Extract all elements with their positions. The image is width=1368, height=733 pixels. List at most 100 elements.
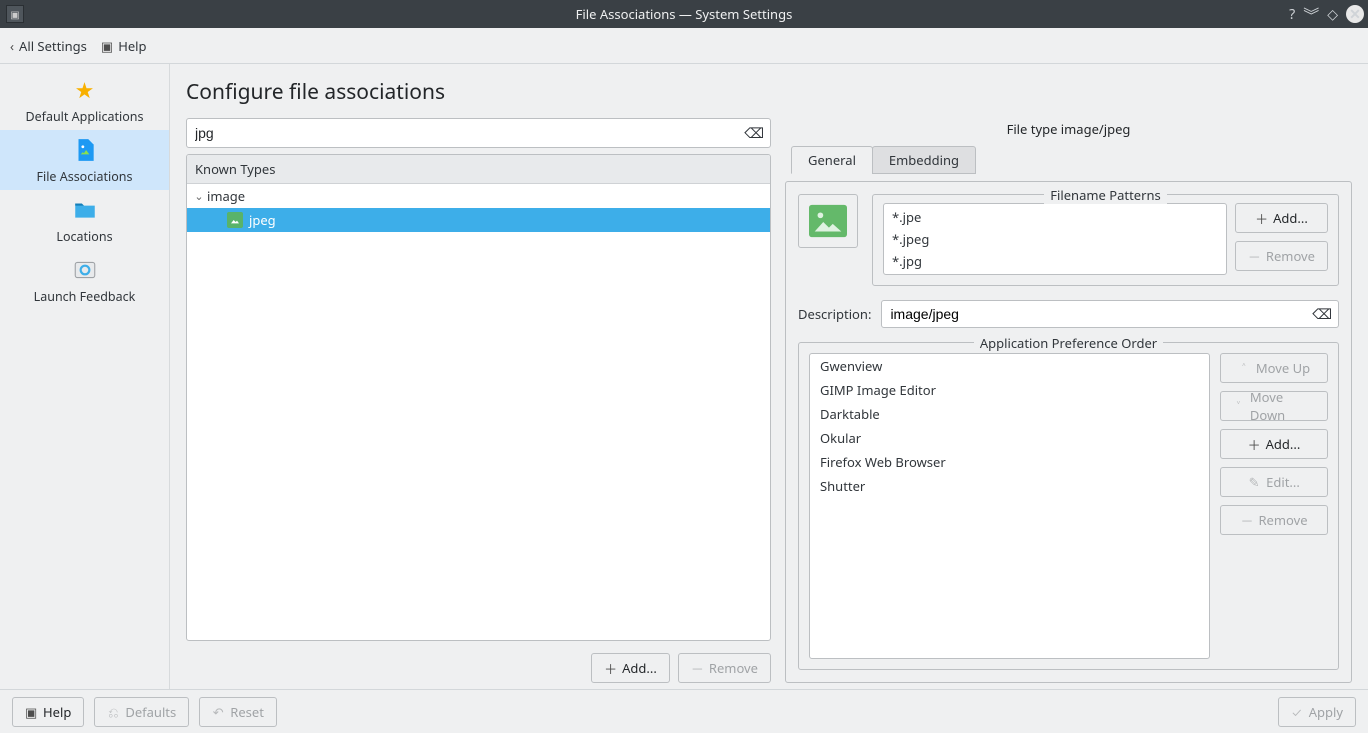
maximize-icon[interactable]: ◇ xyxy=(1327,5,1338,24)
sidebar-item-locations[interactable]: Locations xyxy=(0,190,169,250)
window-title: File Associations — System Settings xyxy=(0,5,1368,23)
move-up-label: Move Up xyxy=(1256,359,1310,377)
tree-group-image[interactable]: ⌄ image xyxy=(187,184,770,208)
titlebar: ▣ File Associations — System Settings ? … xyxy=(0,0,1368,28)
plus-icon: ＋ xyxy=(604,659,616,678)
tabs: General Embedding xyxy=(785,146,1352,173)
add-app-label: Add... xyxy=(1266,435,1301,453)
star-icon: ★ xyxy=(71,76,99,104)
filename-patterns-group: Filename Patterns *.jpe *.jpeg *.jpg ＋ xyxy=(872,194,1339,286)
description-input[interactable] xyxy=(890,306,1312,322)
help-toolbar-icon: ▣ xyxy=(101,37,113,55)
move-down-label: Move Down xyxy=(1250,388,1315,424)
minus-icon: － xyxy=(691,659,703,678)
move-down-button[interactable]: ˅ Move Down xyxy=(1220,391,1328,421)
all-settings-label: All Settings xyxy=(19,37,87,55)
sidebar-item-default-apps[interactable]: ★ Default Applications xyxy=(0,70,169,130)
arrow-down-icon: ˅ xyxy=(1233,397,1244,415)
mime-icon-button[interactable] xyxy=(798,194,858,248)
image-icon xyxy=(227,212,243,228)
minimize-icon[interactable]: ︾ xyxy=(1303,2,1319,26)
mime-image-icon xyxy=(809,204,847,238)
app-list[interactable]: Gwenview GIMP Image Editor Darktable Oku… xyxy=(809,353,1210,659)
file-assoc-icon xyxy=(71,136,99,164)
types-tree: Known Types ⌄ image jpeg xyxy=(186,154,771,641)
app-item[interactable]: Firefox Web Browser xyxy=(810,450,1209,474)
help-button[interactable]: ▣ Help xyxy=(12,697,84,727)
minus-icon: － xyxy=(1240,511,1252,530)
add-pattern-label: Add... xyxy=(1273,209,1308,227)
reset-label: Reset xyxy=(230,703,264,721)
app-item[interactable]: Darktable xyxy=(810,402,1209,426)
arrow-up-icon: ˄ xyxy=(1238,359,1250,377)
tree-item-jpeg[interactable]: jpeg xyxy=(187,208,770,232)
edit-app-button[interactable]: ✎ Edit... xyxy=(1220,467,1328,497)
tree-header: Known Types xyxy=(187,155,770,184)
defaults-icon: ⎌ xyxy=(107,703,119,721)
close-icon[interactable]: ✕ xyxy=(1346,5,1364,23)
help-button[interactable]: ▣ Help xyxy=(101,37,147,55)
help-toolbar-label: Help xyxy=(118,37,146,55)
add-type-button[interactable]: ＋ Add... xyxy=(591,653,670,683)
pattern-item[interactable]: *.jpe xyxy=(884,206,1226,228)
app-item[interactable]: GIMP Image Editor xyxy=(810,378,1209,402)
defaults-button[interactable]: ⎌ Defaults xyxy=(94,697,189,727)
sidebar-item-label: Default Applications xyxy=(25,108,143,125)
app-item[interactable]: Shutter xyxy=(810,474,1209,498)
tree-group-label: image xyxy=(207,187,245,205)
add-pattern-button[interactable]: ＋ Add... xyxy=(1235,203,1328,233)
file-type-label: File type image/jpeg xyxy=(785,120,1352,138)
help-icon[interactable]: ? xyxy=(1289,5,1295,24)
filename-patterns-title: Filename Patterns xyxy=(1044,186,1167,204)
edit-app-label: Edit... xyxy=(1266,473,1300,491)
toolbar: ‹ All Settings ▣ Help xyxy=(0,28,1368,64)
pattern-item[interactable]: *.jpg xyxy=(884,250,1226,272)
content: Configure file associations ⌫ Known Type… xyxy=(170,64,1368,689)
folder-icon xyxy=(71,196,99,224)
sidebar-item-label: File Associations xyxy=(36,168,132,185)
defaults-label: Defaults xyxy=(125,703,176,721)
check-icon: ✓ xyxy=(1291,703,1303,721)
help-icon: ▣ xyxy=(25,703,37,721)
plus-icon: ＋ xyxy=(1248,435,1260,454)
sidebar-item-launch-feedback[interactable]: Launch Feedback xyxy=(0,250,169,310)
app-pref-group: Application Preference Order Gwenview GI… xyxy=(798,342,1339,670)
help-label: Help xyxy=(43,703,71,721)
move-up-button[interactable]: ˄ Move Up xyxy=(1220,353,1328,383)
apply-button[interactable]: ✓ Apply xyxy=(1278,697,1356,727)
app-item[interactable]: Gwenview xyxy=(810,354,1209,378)
back-icon: ‹ xyxy=(10,37,14,55)
plus-icon: ＋ xyxy=(1255,209,1267,228)
sidebar-item-label: Launch Feedback xyxy=(34,288,136,305)
sidebar: ★ Default Applications File Associations… xyxy=(0,64,170,689)
search-input[interactable] xyxy=(195,125,744,141)
tree-item-label: jpeg xyxy=(249,211,276,229)
clear-icon[interactable]: ⌫ xyxy=(744,124,764,143)
remove-app-button[interactable]: － Remove xyxy=(1220,505,1328,535)
launch-feedback-icon xyxy=(71,256,99,284)
tab-general[interactable]: General xyxy=(791,146,873,174)
app-item[interactable]: Okular xyxy=(810,426,1209,450)
remove-type-button[interactable]: － Remove xyxy=(678,653,771,683)
apply-label: Apply xyxy=(1309,703,1343,721)
add-type-label: Add... xyxy=(622,659,657,677)
clear-icon[interactable]: ⌫ xyxy=(1312,305,1332,324)
minus-icon: － xyxy=(1248,247,1260,266)
pattern-list[interactable]: *.jpe *.jpeg *.jpg xyxy=(883,203,1227,275)
chevron-down-icon: ⌄ xyxy=(193,189,205,204)
sidebar-item-file-associations[interactable]: File Associations xyxy=(0,130,169,190)
remove-pattern-label: Remove xyxy=(1266,247,1315,265)
app-pref-title: Application Preference Order xyxy=(974,334,1163,352)
tab-embedding[interactable]: Embedding xyxy=(872,146,976,174)
tab-content: Filename Patterns *.jpe *.jpeg *.jpg ＋ xyxy=(785,181,1352,683)
all-settings-button[interactable]: ‹ All Settings xyxy=(10,37,87,55)
remove-app-label: Remove xyxy=(1258,511,1307,529)
description-label: Description: xyxy=(798,305,871,323)
pattern-item[interactable]: *.jpeg xyxy=(884,228,1226,250)
search-row: ⌫ xyxy=(186,118,771,148)
page-title: Configure file associations xyxy=(186,78,1352,106)
add-app-button[interactable]: ＋ Add... xyxy=(1220,429,1328,459)
remove-pattern-button[interactable]: － Remove xyxy=(1235,241,1328,271)
reset-button[interactable]: ↶ Reset xyxy=(199,697,277,727)
description-input-wrap: ⌫ xyxy=(881,300,1339,328)
